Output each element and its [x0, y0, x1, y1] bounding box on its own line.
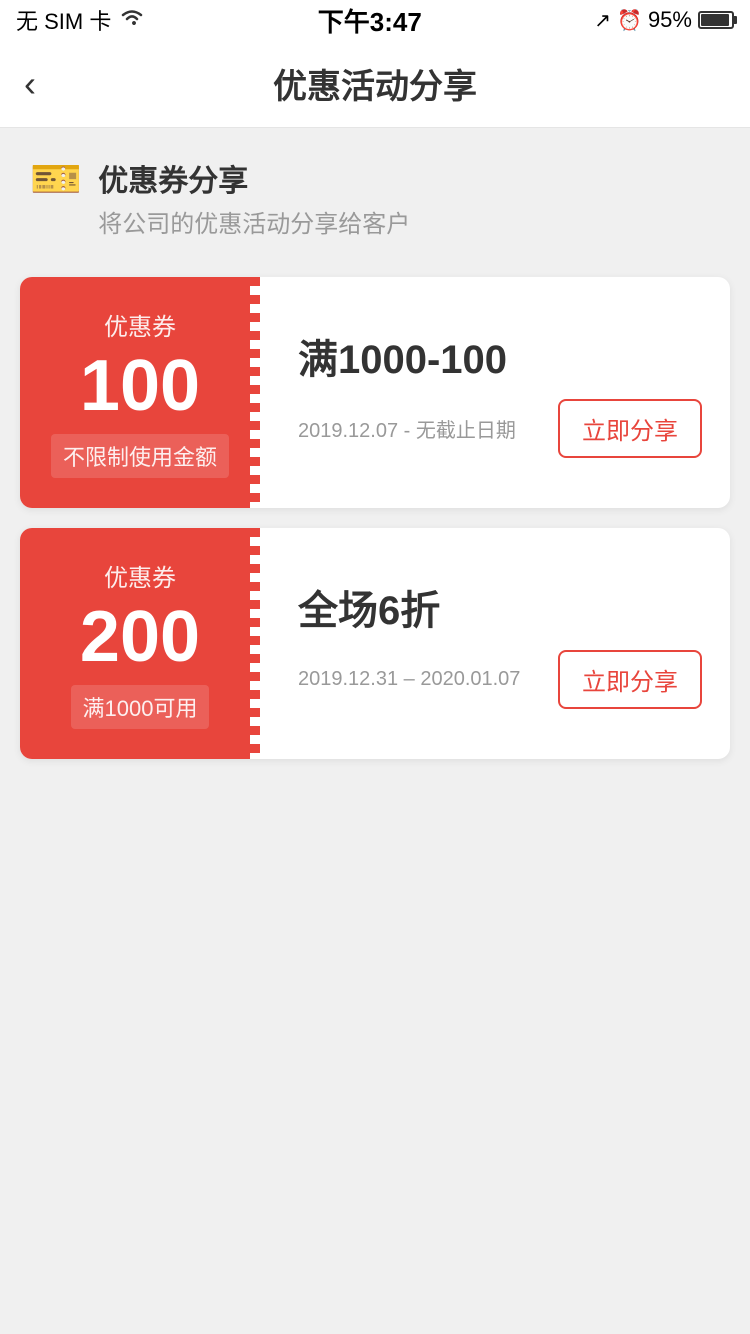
coupon-condition-1: 满1000可用: [71, 685, 210, 729]
back-button[interactable]: ‹: [24, 63, 36, 105]
share-button-1[interactable]: 立即分享: [558, 650, 702, 709]
coupon-name-1: 全场6折: [298, 578, 702, 636]
coupon-amount-0: 100: [80, 350, 200, 422]
coupon-name-0: 满1000-100: [298, 327, 702, 385]
coupon-date-1: 2019.12.31 – 2020.01.07: [298, 668, 548, 691]
battery-percent: 95%: [648, 7, 692, 33]
coupon-right-0: 满1000-100 2019.12.07 - 无截止日期 立即分享: [270, 277, 730, 508]
coupon-card: 优惠券 200 满1000可用 全场6折 2019.12.31 – 2020.0…: [20, 528, 730, 759]
section-header: 🎫 优惠券分享 将公司的优惠活动分享给客户: [0, 128, 750, 257]
section-subtitle: 将公司的优惠活动分享给客户: [98, 204, 410, 239]
page-title: 优惠活动分享: [273, 59, 477, 108]
coupon-condition-0: 不限制使用金额: [51, 434, 229, 478]
nav-bar: ‹ 优惠活动分享: [0, 40, 750, 128]
coupon-right-1: 全场6折 2019.12.31 – 2020.01.07 立即分享: [270, 528, 730, 759]
coupon-amount-1: 200: [80, 601, 200, 673]
coupon-date-0: 2019.12.07 - 无截止日期: [298, 414, 548, 443]
carrier-label: 无 SIM 卡: [16, 4, 111, 36]
coupon-meta-0: 2019.12.07 - 无截止日期 立即分享: [298, 399, 702, 458]
status-left: 无 SIM 卡: [16, 4, 145, 36]
section-title: 优惠券分享: [98, 156, 410, 200]
location-icon: ↗: [594, 8, 611, 33]
alarm-icon: ⏰: [617, 8, 642, 33]
coupon-left-0: 优惠券 100 不限制使用金额: [20, 277, 260, 508]
coupon-card: 优惠券 100 不限制使用金额 满1000-100 2019.12.07 - 无…: [20, 277, 730, 508]
coupon-list: 优惠券 100 不限制使用金额 满1000-100 2019.12.07 - 无…: [0, 257, 750, 789]
section-text-block: 优惠券分享 将公司的优惠活动分享给客户: [98, 156, 410, 239]
coupon-left-1: 优惠券 200 满1000可用: [20, 528, 260, 759]
status-time: 下午3:47: [318, 2, 422, 39]
coupon-label-1: 优惠券: [104, 558, 176, 593]
status-right: ↗ ⏰ 95%: [594, 7, 734, 33]
section-icon: 🎫: [30, 158, 82, 200]
share-button-0[interactable]: 立即分享: [558, 399, 702, 458]
coupon-meta-1: 2019.12.31 – 2020.01.07 立即分享: [298, 650, 702, 709]
battery-icon: [698, 11, 734, 29]
wifi-icon: [119, 7, 145, 33]
coupon-label-0: 优惠券: [104, 307, 176, 342]
status-bar: 无 SIM 卡 下午3:47 ↗ ⏰ 95%: [0, 0, 750, 40]
page-rest: [0, 789, 750, 1289]
